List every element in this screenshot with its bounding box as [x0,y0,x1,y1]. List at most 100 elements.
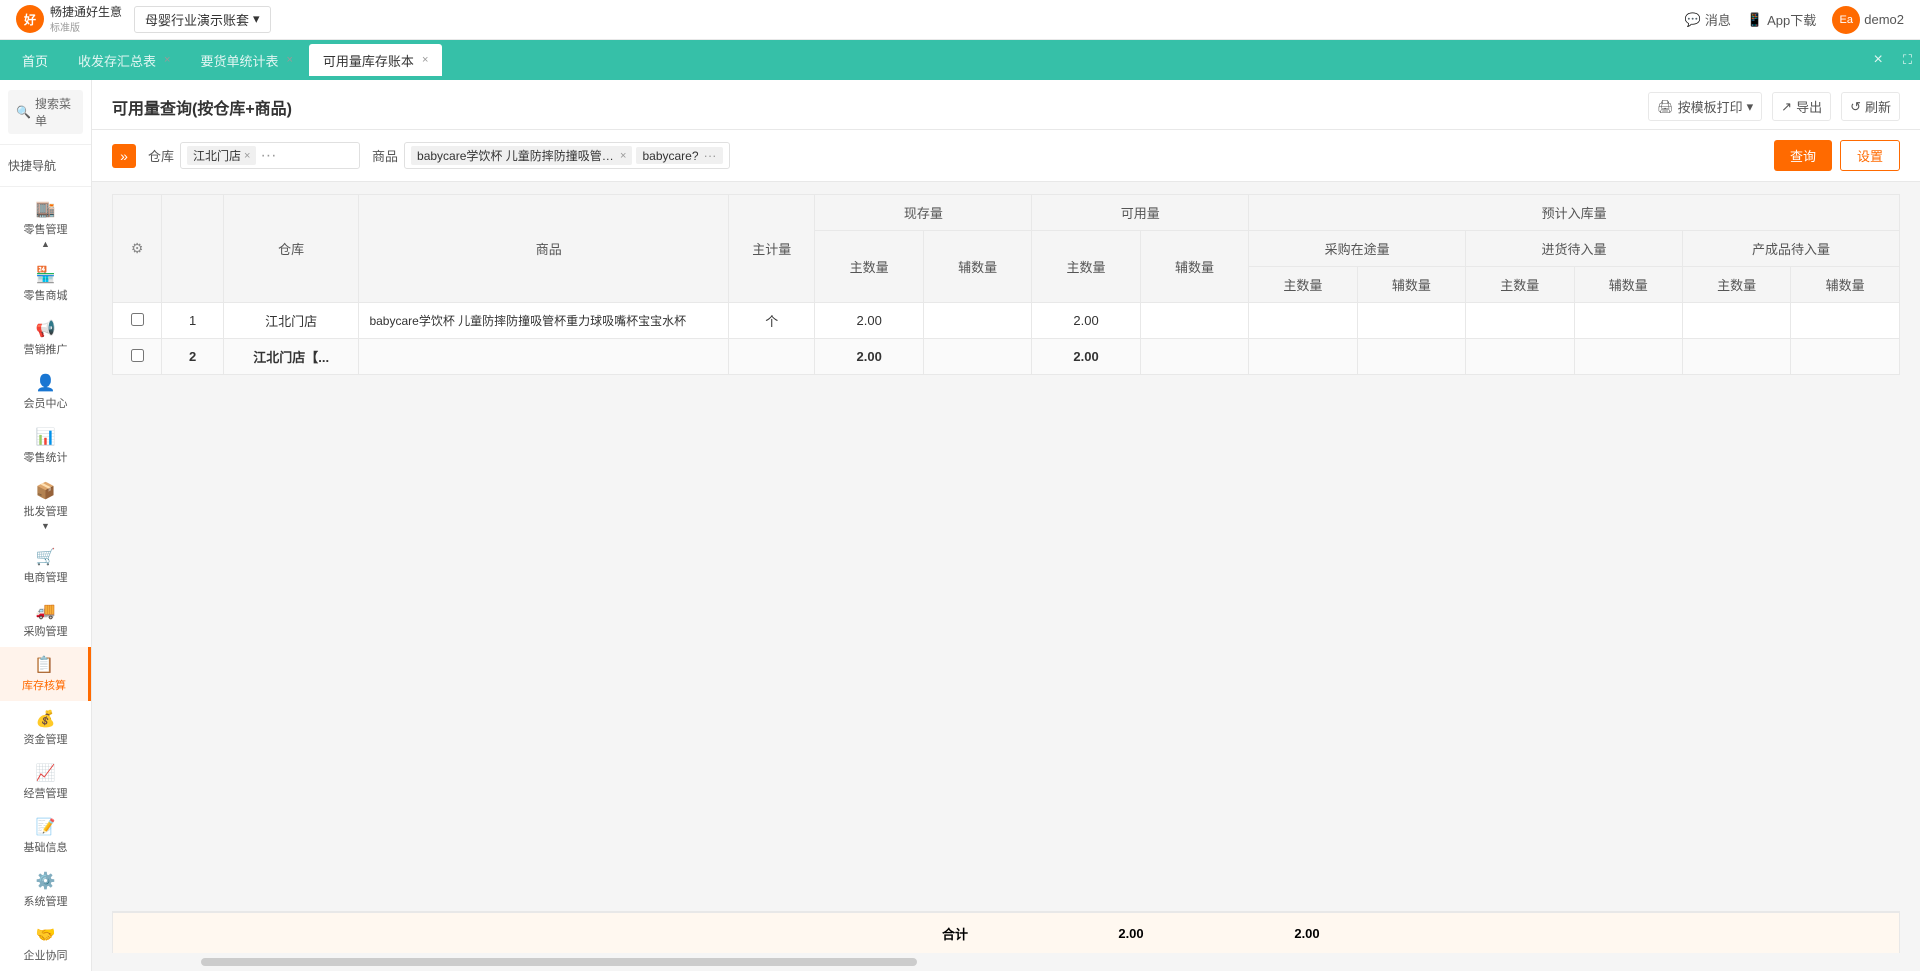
table-footer: 合计 2.00 2.00 [112,911,1900,953]
settings-gear-icon: ⚙ [131,240,144,256]
th-main-unit: 主计量 [729,195,815,303]
th-settings[interactable]: ⚙ [113,195,162,303]
product-label: 商品 [372,146,398,165]
filter-expand-btn[interactable]: » [112,144,136,168]
row-production-main [1682,303,1790,339]
close-icon[interactable]: × [164,54,170,66]
row-checkbox[interactable] [131,313,144,326]
chevron-down-icon: ▼ [41,521,50,531]
data-table: ⚙ 仓库 商品 主计量 现存量 可用量 预计入库量 主数量 辅数量 主数量 [112,194,1900,375]
close-icon[interactable]: × [422,54,428,66]
sidebar-item-marketing-promo[interactable]: 📢 营销推广 [0,311,91,365]
marketing-icon: 📢 [36,319,56,339]
stats-icon: 📊 [36,427,56,447]
product-tag-2: babycare? ··· [636,147,722,164]
warehouse-input[interactable]: 江北门店 × ··· [180,142,360,169]
row-purchase-aux [1357,339,1465,375]
sidebar-item-finance-mgmt[interactable]: 💰 资金管理 [0,701,91,755]
sidebar-item-member-center[interactable]: 👤 会员中心 [0,365,91,419]
tab-order-stats[interactable]: 要货单统计表 × [186,44,306,76]
row-production-aux [1791,303,1900,339]
tab-home[interactable]: 首页 [8,44,62,76]
tag-remove-icon[interactable]: × [620,150,626,162]
tag-remove-icon[interactable]: × [244,150,250,162]
basic-icon: 📝 [36,817,56,837]
app-download-btn[interactable]: 📱 App下载 [1747,10,1816,29]
row-purchase-main [1249,303,1357,339]
logo-icon: 好 [16,5,44,33]
search-menu-btn[interactable]: 🔍 搜索菜单 [8,90,83,134]
th-available: 可用量 [1032,195,1249,231]
export-btn[interactable]: ↗ 导出 [1772,92,1831,121]
setting-btn[interactable]: 设置 [1840,140,1900,171]
coop-icon: 🤝 [36,925,56,945]
row-arrival-aux [1574,339,1682,375]
sidebar-item-ecom-mgmt[interactable]: 🛒 电商管理 [0,539,91,593]
row-unit: 个 [729,303,815,339]
sidebar-item-zero-sales-stat[interactable]: 📊 零售统计 [0,419,91,473]
sidebar-item-wholesale-mgmt[interactable]: 📦 批发管理 ▼ [0,473,91,539]
row-unit [729,339,815,375]
top-bar: 好 畅捷通好生意 标准版 母婴行业演示账套 ▾ 💬 消息 📱 App下载 Ea … [0,0,1920,40]
expand-icon[interactable]: ⛶ [1895,52,1920,68]
filter-more-icon[interactable]: ··· [260,147,276,165]
th-avail-aux: 辅数量 [1140,231,1248,303]
refresh-btn[interactable]: ↺ 刷新 [1841,92,1900,121]
store-icon: 🏬 [36,199,56,219]
close-all-tabs-btn[interactable]: × [1864,51,1893,69]
tab-available-inventory[interactable]: 可用量库存账本 × [309,44,442,76]
message-icon: 💬 [1685,12,1701,28]
sidebar-item-inventory-check[interactable]: 📋 库存核算 [0,647,91,701]
row-checkbox[interactable] [131,349,144,362]
warehouse-tag: 江北门店 × [187,146,256,165]
th-purchase-aux: 辅数量 [1357,267,1465,303]
content-area: 可用量查询(按仓库+商品) 🖨 按模板打印 ▾ ↗ 导出 ↺ 刷新 » [92,80,1920,971]
row-checkbox-cell[interactable] [113,339,162,375]
row-stock-main: 2.00 [815,303,923,339]
sidebar-menu: 🏬 零售管理 ▲ 🏪 零售商城 📢 营销推广 👤 会员中心 📊 零售统计 [0,187,91,971]
product-tag-1: babycare学饮杯 儿童防摔防撞吸管杯重力球吸嘴杯宝宝水杯 × [411,146,632,165]
row-checkbox-cell[interactable] [113,303,162,339]
inventory-icon: 📋 [34,655,54,675]
user-btn[interactable]: Ea demo2 [1832,6,1904,34]
row-seq: 1 [162,303,224,339]
th-arrival-main: 主数量 [1466,267,1574,303]
row-seq: 2 [162,339,224,375]
sidebar-item-zero-sales-mgmt[interactable]: 🏬 零售管理 ▲ [0,191,91,257]
top-bar-left: 好 畅捷通好生意 标准版 母婴行业演示账套 ▾ [16,5,271,34]
print-icon: 🖨 [1657,99,1674,115]
sidebar-item-zero-sales-mall[interactable]: 🏪 零售商城 [0,257,91,311]
finance-icon: 💰 [36,709,56,729]
query-btn[interactable]: 查询 [1774,140,1832,171]
sidebar-item-quick-nav[interactable]: 快捷导航 [0,151,91,180]
tab-receive-summary[interactable]: 收发存汇总表 × [64,44,184,76]
sidebar-item-purchase-mgmt[interactable]: 🚚 采购管理 [0,593,91,647]
phone-icon: 📱 [1747,12,1763,28]
th-purchase-main: 主数量 [1249,267,1357,303]
filter-more-icon2[interactable]: ··· [704,148,717,163]
row-arrival-main [1466,303,1574,339]
row-stock-aux [923,303,1031,339]
sidebar-item-enterprise-coop[interactable]: 🤝 企业协同 [0,917,91,971]
th-production-aux: 辅数量 [1791,267,1900,303]
print-by-template-btn[interactable]: 🖨 按模板打印 ▾ [1648,92,1762,121]
scroll-bar-thumb[interactable] [201,958,916,966]
message-btn[interactable]: 💬 消息 [1685,10,1731,29]
row-purchase-aux [1357,303,1465,339]
sidebar-item-system-mgmt[interactable]: ⚙️ 系统管理 [0,863,91,917]
table-row: 2 江北门店【... 2.00 2.00 [113,339,1900,375]
close-icon[interactable]: × [286,54,292,66]
th-product: 商品 [359,195,729,303]
product-input[interactable]: babycare学饮杯 儿童防摔防撞吸管杯重力球吸嘴杯宝宝水杯 × babyca… [404,142,729,169]
sidebar-item-basic-info[interactable]: 📝 基础信息 [0,809,91,863]
th-avail-main: 主数量 [1032,231,1140,303]
industry-selector[interactable]: 母婴行业演示账套 ▾ [134,6,271,33]
export-icon: ↗ [1781,99,1792,115]
filter-actions: 查询 设置 [1774,140,1900,171]
mall-icon: 🏪 [36,265,56,285]
warehouse-label: 仓库 [148,146,174,165]
scroll-bar-area[interactable] [112,957,1900,967]
product-filter: 商品 babycare学饮杯 儿童防摔防撞吸管杯重力球吸嘴杯宝宝水杯 × bab… [372,142,730,169]
sidebar-quick-nav: 快捷导航 [0,145,91,187]
sidebar-item-ops-mgmt[interactable]: 📈 经营管理 [0,755,91,809]
